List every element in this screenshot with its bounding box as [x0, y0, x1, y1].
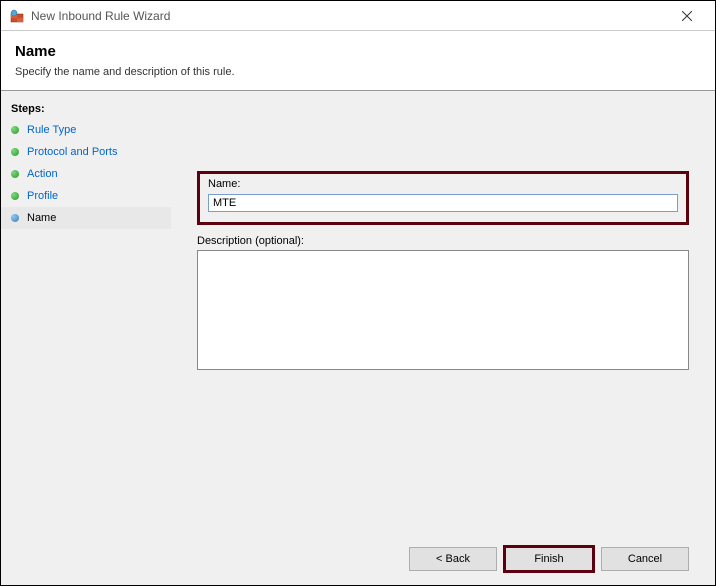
wizard-body: Steps: Rule Type Protocol and Ports Acti…	[1, 90, 715, 585]
back-button[interactable]: < Back	[409, 547, 497, 571]
step-rule-type[interactable]: Rule Type	[1, 119, 171, 141]
bullet-icon	[11, 170, 19, 178]
close-button[interactable]	[667, 2, 707, 30]
steps-heading: Steps:	[1, 99, 171, 119]
step-label: Name	[27, 212, 56, 224]
steps-sidebar: Steps: Rule Type Protocol and Ports Acti…	[1, 91, 171, 585]
step-protocol-ports[interactable]: Protocol and Ports	[1, 141, 171, 163]
bullet-icon	[11, 192, 19, 200]
page-title: Name	[15, 43, 701, 60]
titlebar: New Inbound Rule Wizard	[1, 1, 715, 31]
bullet-icon	[11, 148, 19, 156]
finish-button[interactable]: Finish	[505, 547, 593, 571]
name-label: Name:	[208, 178, 678, 190]
step-label: Profile	[27, 190, 58, 202]
close-icon	[682, 11, 692, 21]
step-label: Protocol and Ports	[27, 146, 118, 158]
window-title: New Inbound Rule Wizard	[31, 9, 667, 23]
cancel-button[interactable]: Cancel	[601, 547, 689, 571]
wizard-window: New Inbound Rule Wizard Name Specify the…	[0, 0, 716, 586]
description-label: Description (optional):	[197, 235, 689, 247]
page-subtitle: Specify the name and description of this…	[15, 66, 701, 78]
step-action[interactable]: Action	[1, 163, 171, 185]
firewall-icon	[9, 8, 25, 24]
button-row: < Back Finish Cancel	[409, 547, 689, 571]
step-label: Rule Type	[27, 124, 76, 136]
content-area: Name: Description (optional): < Back Fin…	[171, 91, 715, 585]
step-profile[interactable]: Profile	[1, 185, 171, 207]
bullet-icon	[11, 126, 19, 134]
step-name[interactable]: Name	[1, 207, 171, 229]
name-input[interactable]	[208, 194, 678, 212]
name-highlight: Name:	[197, 171, 689, 225]
wizard-header: Name Specify the name and description of…	[1, 31, 715, 90]
bullet-icon	[11, 214, 19, 222]
description-input[interactable]	[197, 250, 689, 370]
step-label: Action	[27, 168, 58, 180]
